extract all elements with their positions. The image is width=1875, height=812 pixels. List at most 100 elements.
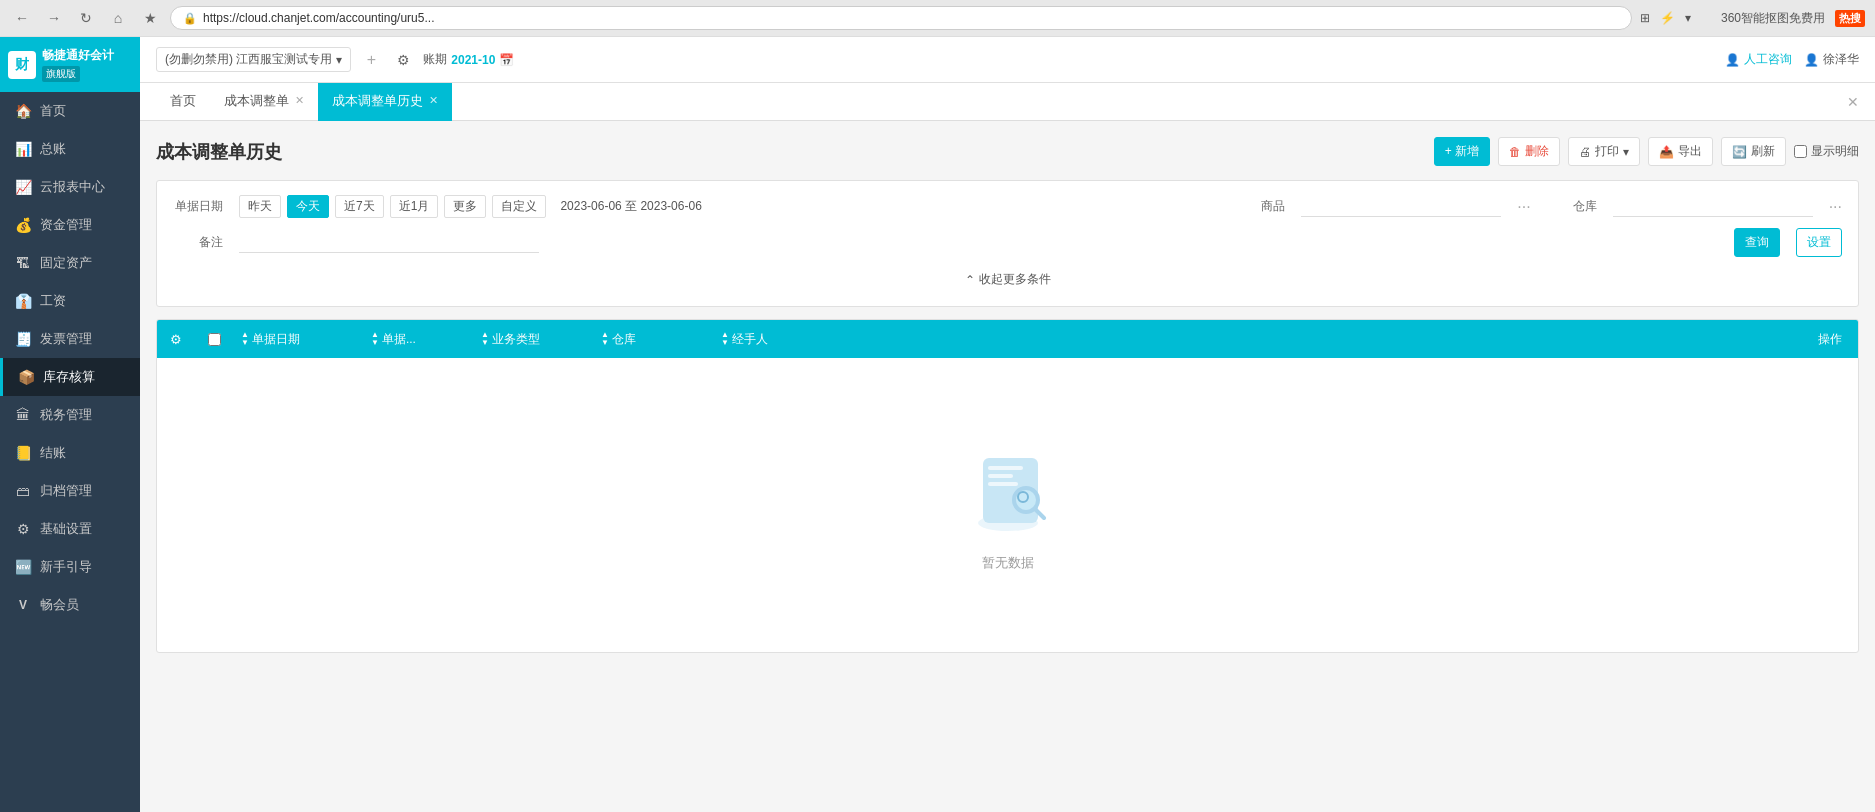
print-icon: 🖨 bbox=[1579, 145, 1591, 159]
sidebar-item-archive[interactable]: 🗃 归档管理 bbox=[0, 472, 140, 510]
display-cols-toggle[interactable]: 显示明细 bbox=[1794, 143, 1859, 160]
date-btn-today[interactable]: 今天 bbox=[287, 195, 329, 218]
date-btn-yesterday[interactable]: 昨天 bbox=[239, 195, 281, 218]
page-title-bar: 成本调整单历史 + 新增 🗑 删除 🖨 打印 ▾ 📤 导出 bbox=[156, 137, 1859, 166]
select-all-checkbox[interactable] bbox=[208, 333, 221, 346]
th-date-sort-icon: ▲▼ bbox=[241, 331, 249, 347]
th-date-label: 单据日期 bbox=[252, 331, 300, 348]
delete-button[interactable]: 🗑 删除 bbox=[1498, 137, 1560, 166]
collapse-button[interactable]: ⌃ 收起更多条件 bbox=[965, 267, 1051, 292]
manage-company-button[interactable]: ⚙ bbox=[391, 48, 415, 72]
sidebar-item-closing[interactable]: 📒 结账 bbox=[0, 434, 140, 472]
ssl-lock-icon: 🔒 bbox=[183, 12, 197, 25]
bookmark-button[interactable]: ★ bbox=[138, 6, 162, 30]
sidebar-item-assets[interactable]: 🏗 固定资产 bbox=[0, 244, 140, 282]
sidebar-label-invoice: 发票管理 bbox=[40, 330, 92, 348]
sidebar-item-membership[interactable]: V 畅会员 bbox=[0, 586, 140, 624]
export-button[interactable]: 📤 导出 bbox=[1648, 137, 1713, 166]
tab-cost-adjust-history-close[interactable]: ✕ bbox=[429, 94, 438, 107]
display-cols-checkbox[interactable] bbox=[1794, 145, 1807, 158]
svg-rect-3 bbox=[988, 474, 1013, 478]
guide-icon: 🆕 bbox=[14, 559, 32, 575]
th-handler[interactable]: ▲▼ 经手人 bbox=[713, 331, 833, 348]
goods-filter-input[interactable] bbox=[1301, 196, 1501, 217]
tab-cost-adjust-label: 成本调整单 bbox=[224, 92, 289, 110]
collapse-label: 收起更多条件 bbox=[979, 271, 1051, 288]
goods-ellipsis[interactable]: ··· bbox=[1517, 198, 1530, 216]
back-button[interactable]: ← bbox=[10, 6, 34, 30]
tab-cost-adjust-close[interactable]: ✕ bbox=[295, 94, 304, 107]
tab-cost-adjust-history[interactable]: 成本调整单历史 ✕ bbox=[318, 83, 452, 121]
refresh-button[interactable]: 🔄 刷新 bbox=[1721, 137, 1786, 166]
date-btn-custom[interactable]: 自定义 bbox=[492, 195, 546, 218]
sidebar-label-funds: 资金管理 bbox=[40, 216, 92, 234]
app-container: 财 畅捷通好会计 旗舰版 🏠 首页 📊 总账 📈 云报表中心 💰 资金管理 bbox=[0, 37, 1875, 812]
sidebar-item-reports[interactable]: 📈 云报表中心 bbox=[0, 168, 140, 206]
sidebar-label-assets: 固定资产 bbox=[40, 254, 92, 272]
user-profile[interactable]: 👤 徐泽华 bbox=[1804, 51, 1859, 68]
sidebar-item-invoice[interactable]: 🧾 发票管理 bbox=[0, 320, 140, 358]
company-selector[interactable]: (勿删勿禁用) 江西服宝测试专用 ▾ bbox=[156, 47, 351, 72]
sidebar: 财 畅捷通好会计 旗舰版 🏠 首页 📊 总账 📈 云报表中心 💰 资金管理 bbox=[0, 37, 140, 812]
th-date[interactable]: ▲▼ 单据日期 bbox=[233, 331, 363, 348]
warehouse-filter-input[interactable] bbox=[1613, 196, 1813, 217]
date-btn-1month[interactable]: 近1月 bbox=[390, 195, 439, 218]
query-button[interactable]: 查询 bbox=[1734, 228, 1780, 257]
chevron-down-icon[interactable]: ▾ bbox=[1685, 11, 1691, 25]
th-biz-sort-icon: ▲▼ bbox=[481, 331, 489, 347]
sidebar-item-inventory[interactable]: 📦 库存核算 bbox=[0, 358, 140, 396]
archive-icon: 🗃 bbox=[14, 483, 32, 499]
note-filter-input[interactable] bbox=[239, 232, 539, 253]
home-button[interactable]: ⌂ bbox=[106, 6, 130, 30]
table-select-all[interactable] bbox=[195, 333, 233, 346]
th-warehouse[interactable]: ▲▼ 仓库 bbox=[593, 331, 713, 348]
add-button[interactable]: + 新增 bbox=[1434, 137, 1490, 166]
print-button[interactable]: 🖨 打印 ▾ bbox=[1568, 137, 1640, 166]
sidebar-item-settings[interactable]: ⚙ 基础设置 bbox=[0, 510, 140, 548]
sidebar-item-guide[interactable]: 🆕 新手引导 bbox=[0, 548, 140, 586]
export-icon: 📤 bbox=[1659, 145, 1674, 159]
service-button[interactable]: 👤 人工咨询 bbox=[1725, 51, 1792, 68]
forward-button[interactable]: → bbox=[42, 6, 66, 30]
sidebar-label-closing: 结账 bbox=[40, 444, 66, 462]
sidebar-item-funds[interactable]: 💰 资金管理 bbox=[0, 206, 140, 244]
table-settings-icon[interactable]: ⚙ bbox=[157, 332, 195, 347]
page-actions: + 新增 🗑 删除 🖨 打印 ▾ 📤 导出 🔄 bbox=[1434, 137, 1859, 166]
closing-icon: 📒 bbox=[14, 445, 32, 461]
add-company-button[interactable]: + bbox=[359, 48, 383, 72]
goods-filter-label: 商品 bbox=[1235, 198, 1285, 215]
tab-close-all[interactable]: ✕ bbox=[1847, 94, 1859, 110]
main-area: (勿删勿禁用) 江西服宝测试专用 ▾ + ⚙ 账期 2021-10 📅 👤 人工… bbox=[140, 37, 1875, 812]
th-num[interactable]: ▲▼ 单据... bbox=[363, 331, 473, 348]
reload-button[interactable]: ↻ bbox=[74, 6, 98, 30]
date-btn-more[interactable]: 更多 bbox=[444, 195, 486, 218]
th-wh-label: 仓库 bbox=[612, 331, 636, 348]
tab-cost-adjust[interactable]: 成本调整单 ✕ bbox=[210, 83, 318, 121]
calendar-icon[interactable]: 📅 bbox=[499, 53, 514, 67]
warehouse-ellipsis[interactable]: ··· bbox=[1829, 198, 1842, 216]
delete-label: 删除 bbox=[1525, 143, 1549, 160]
grid-icon[interactable]: ⊞ bbox=[1640, 11, 1650, 25]
browser-toolbar: ← → ↻ ⌂ ★ 🔒 https://cloud.chanjet.com/ac… bbox=[0, 0, 1875, 36]
date-btn-7days[interactable]: 近7天 bbox=[335, 195, 384, 218]
sidebar-label-home: 首页 bbox=[40, 102, 66, 120]
svg-rect-4 bbox=[988, 482, 1018, 486]
service-label: 人工咨询 bbox=[1744, 51, 1792, 68]
search-label[interactable]: 360智能抠图免费用 bbox=[1721, 10, 1825, 27]
period-value: 2021-10 bbox=[451, 53, 495, 67]
top-bar-left: (勿删勿禁用) 江西服宝测试专用 ▾ + ⚙ 账期 2021-10 📅 bbox=[156, 47, 514, 72]
th-handler-sort-icon: ▲▼ bbox=[721, 331, 729, 347]
preset-settings-button[interactable]: 设置 bbox=[1796, 228, 1842, 257]
sidebar-item-payroll[interactable]: 👔 工资 bbox=[0, 282, 140, 320]
sidebar-item-ledger[interactable]: 📊 总账 bbox=[0, 130, 140, 168]
url-text: https://cloud.chanjet.com/accounting/uru… bbox=[203, 11, 434, 25]
bolt-icon[interactable]: ⚡ bbox=[1660, 11, 1675, 25]
th-biz[interactable]: ▲▼ 业务类型 bbox=[473, 331, 593, 348]
sidebar-item-home[interactable]: 🏠 首页 bbox=[0, 92, 140, 130]
period-info: 账期 2021-10 📅 bbox=[423, 51, 514, 68]
reports-icon: 📈 bbox=[14, 179, 32, 195]
tabs-bar: 首页 成本调整单 ✕ 成本调整单历史 ✕ ✕ bbox=[140, 83, 1875, 121]
sidebar-item-tax[interactable]: 🏛 税务管理 bbox=[0, 396, 140, 434]
address-bar[interactable]: 🔒 https://cloud.chanjet.com/accounting/u… bbox=[170, 6, 1632, 30]
tab-home[interactable]: 首页 bbox=[156, 83, 210, 121]
